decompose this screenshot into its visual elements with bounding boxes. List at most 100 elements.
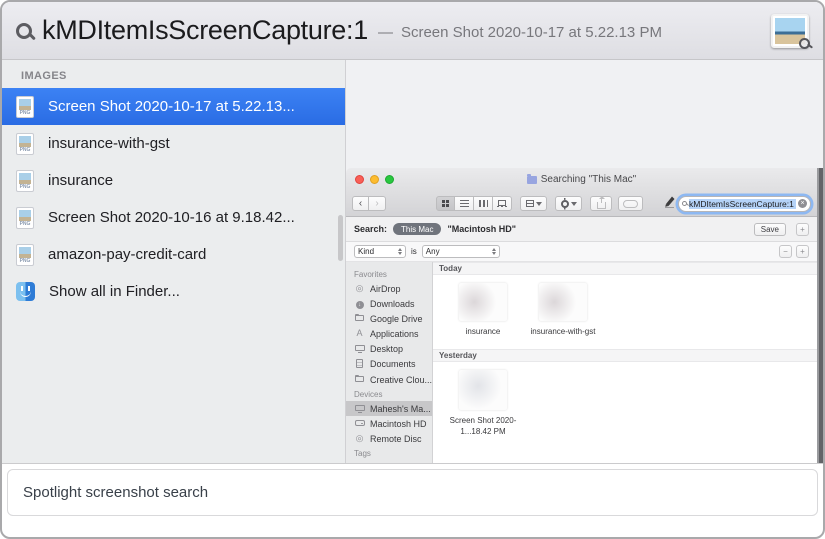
- markup-pen-icon[interactable]: [663, 195, 676, 213]
- criteria-operator: is: [411, 247, 417, 256]
- documents-icon: [354, 359, 365, 370]
- png-file-icon: PNG: [16, 170, 34, 192]
- sidebar-item-applications[interactable]: AApplications: [346, 326, 432, 341]
- finder-search-field[interactable]: kMDItemIsScreenCapture:1 ×: [678, 196, 811, 212]
- spotlight-window: kMDItemIsScreenCapture:1 — Screen Shot 2…: [2, 2, 823, 464]
- search-scope-bar: Search: This Mac "Macintosh HD" Save +: [346, 217, 817, 242]
- tags-button[interactable]: [618, 196, 643, 211]
- airdrop-icon: ◎: [354, 284, 365, 293]
- tags-header: Tags: [346, 446, 432, 460]
- magnifier-overlay-icon: [799, 38, 810, 49]
- chevron-down-icon: [536, 202, 542, 206]
- result-item-insurance[interactable]: PNG insurance: [2, 162, 345, 199]
- sidebar-item-creative-cloud[interactable]: Creative Clou...: [346, 372, 432, 387]
- finder-results-area: Today insurance insurance-with-gst: [433, 262, 817, 463]
- share-icon: [597, 202, 606, 209]
- search-icon: [682, 201, 687, 206]
- hard-drive-icon: [354, 419, 365, 428]
- result-label: insurance-with-gst: [48, 135, 170, 152]
- sidebar-item-documents[interactable]: Documents: [346, 356, 432, 372]
- list-view-icon: [460, 200, 469, 207]
- group-header-today: Today: [433, 262, 817, 275]
- folder-icon: [354, 314, 365, 323]
- file-thumbnail: [459, 283, 507, 321]
- search-query-input[interactable]: kMDItemIsScreenCapture:1: [42, 15, 368, 46]
- forward-button[interactable]: ›: [369, 196, 386, 211]
- action-dropdown[interactable]: [555, 196, 582, 211]
- top-hit-filename: Screen Shot 2020-10-17 at 5.22.13 PM: [401, 24, 662, 41]
- scope-this-mac[interactable]: This Mac: [393, 223, 441, 235]
- png-file-icon: PNG: [16, 133, 34, 155]
- group-by-icon: [526, 200, 534, 207]
- clear-search-icon[interactable]: ×: [798, 199, 807, 208]
- search-criteria-row: Kind is Any − +: [346, 242, 817, 262]
- sidebar-item-desktop[interactable]: Desktop: [346, 341, 432, 356]
- sidebar-item-airdrop[interactable]: ◎AirDrop: [346, 281, 432, 296]
- png-file-icon: PNG: [16, 244, 34, 266]
- search-scope-label: Search:: [354, 224, 387, 234]
- finder-search-value: kMDItemIsScreenCapture:1: [689, 199, 796, 209]
- search-icon: [16, 23, 32, 39]
- file-insurance[interactable]: insurance: [445, 283, 521, 349]
- share-button[interactable]: [590, 196, 612, 211]
- separator-dash: —: [378, 24, 393, 41]
- results-scrollbar-thumb[interactable]: [338, 215, 343, 261]
- save-search-button[interactable]: Save: [754, 223, 786, 236]
- gallery-view-icon: [497, 200, 507, 207]
- devices-header: Devices: [346, 387, 432, 401]
- png-file-icon: PNG: [16, 207, 34, 229]
- list-view-button[interactable]: [455, 196, 474, 211]
- screenshot-frame: kMDItemIsScreenCapture:1 — Screen Shot 2…: [0, 0, 825, 539]
- column-view-icon: [479, 200, 488, 207]
- group-header-yesterday: Yesterday: [433, 349, 817, 362]
- finder-preview-window: Searching "This Mac" ‹ ›: [346, 168, 823, 463]
- file-screen-shot-1016[interactable]: Screen Shot 2020-1...18.42 PM: [445, 370, 521, 437]
- show-all-in-finder[interactable]: Show all in Finder...: [2, 273, 345, 310]
- result-label: Screen Shot 2020-10-17 at 5.22.13...: [48, 98, 295, 115]
- gallery-view-button[interactable]: [493, 196, 512, 211]
- computer-icon: [354, 404, 365, 413]
- scope-macintosh-hd[interactable]: "Macintosh HD": [447, 224, 516, 234]
- result-item-screenshot-1016[interactable]: PNG Screen Shot 2020-10-16 at 9.18.42...: [2, 199, 345, 236]
- add-criterion-button[interactable]: +: [796, 245, 809, 258]
- png-file-icon: PNG: [16, 96, 34, 118]
- result-label: amazon-pay-credit-card: [48, 246, 206, 263]
- result-item-amazon-pay-credit-card[interactable]: PNG amazon-pay-credit-card: [2, 236, 345, 273]
- preview-pane: Searching "This Mac" ‹ ›: [346, 60, 823, 463]
- add-criteria-button[interactable]: +: [796, 223, 809, 236]
- sidebar-item-remote-disc[interactable]: ◎Remote Disc: [346, 431, 432, 446]
- back-button[interactable]: ‹: [352, 196, 369, 211]
- favorites-header: Favorites: [346, 267, 432, 281]
- criteria-value-select[interactable]: Any: [422, 245, 500, 258]
- result-label: Show all in Finder...: [49, 283, 180, 300]
- caption-box: Spotlight screenshot search: [7, 469, 818, 516]
- icon-view-button[interactable]: [436, 196, 455, 211]
- group-by-dropdown[interactable]: [520, 196, 547, 211]
- sidebar-item-downloads[interactable]: ↓Downloads: [346, 296, 432, 311]
- caption-text: Spotlight screenshot search: [23, 484, 208, 501]
- top-hit-text: — Screen Shot 2020-10-17 at 5.22.13 PM: [378, 24, 662, 41]
- chevron-down-icon: [571, 202, 577, 206]
- file-insurance-with-gst[interactable]: insurance-with-gst: [525, 283, 601, 349]
- remove-criterion-button[interactable]: −: [779, 245, 792, 258]
- spotlight-search-bar[interactable]: kMDItemIsScreenCapture:1 — Screen Shot 2…: [2, 2, 823, 60]
- tag-icon: [623, 200, 638, 208]
- finder-toolbar: ‹ ›: [346, 191, 817, 217]
- applications-icon: A: [354, 329, 365, 338]
- finder-titlebar[interactable]: Searching "This Mac": [346, 168, 817, 191]
- disc-icon: ◎: [354, 434, 365, 443]
- sidebar-item-maheshs-mac[interactable]: Mahesh's Ma...: [346, 401, 432, 416]
- window-right-edge: [817, 168, 823, 463]
- sidebar-item-google-drive[interactable]: Google Drive: [346, 311, 432, 326]
- image-file-icon: [771, 14, 809, 48]
- spotlight-body: IMAGES PNG Screen Shot 2020-10-17 at 5.2…: [2, 60, 823, 463]
- column-view-button[interactable]: [474, 196, 493, 211]
- result-item-screenshot-1017[interactable]: PNG Screen Shot 2020-10-17 at 5.22.13...: [2, 88, 345, 125]
- criteria-attribute-select[interactable]: Kind: [354, 245, 406, 258]
- result-item-insurance-with-gst[interactable]: PNG insurance-with-gst: [2, 125, 345, 162]
- result-label: insurance: [48, 172, 113, 189]
- select-arrows-icon: [398, 248, 402, 255]
- gear-icon: [561, 200, 569, 208]
- desktop-icon: [354, 344, 365, 353]
- sidebar-item-macintosh-hd[interactable]: Macintosh HD: [346, 416, 432, 431]
